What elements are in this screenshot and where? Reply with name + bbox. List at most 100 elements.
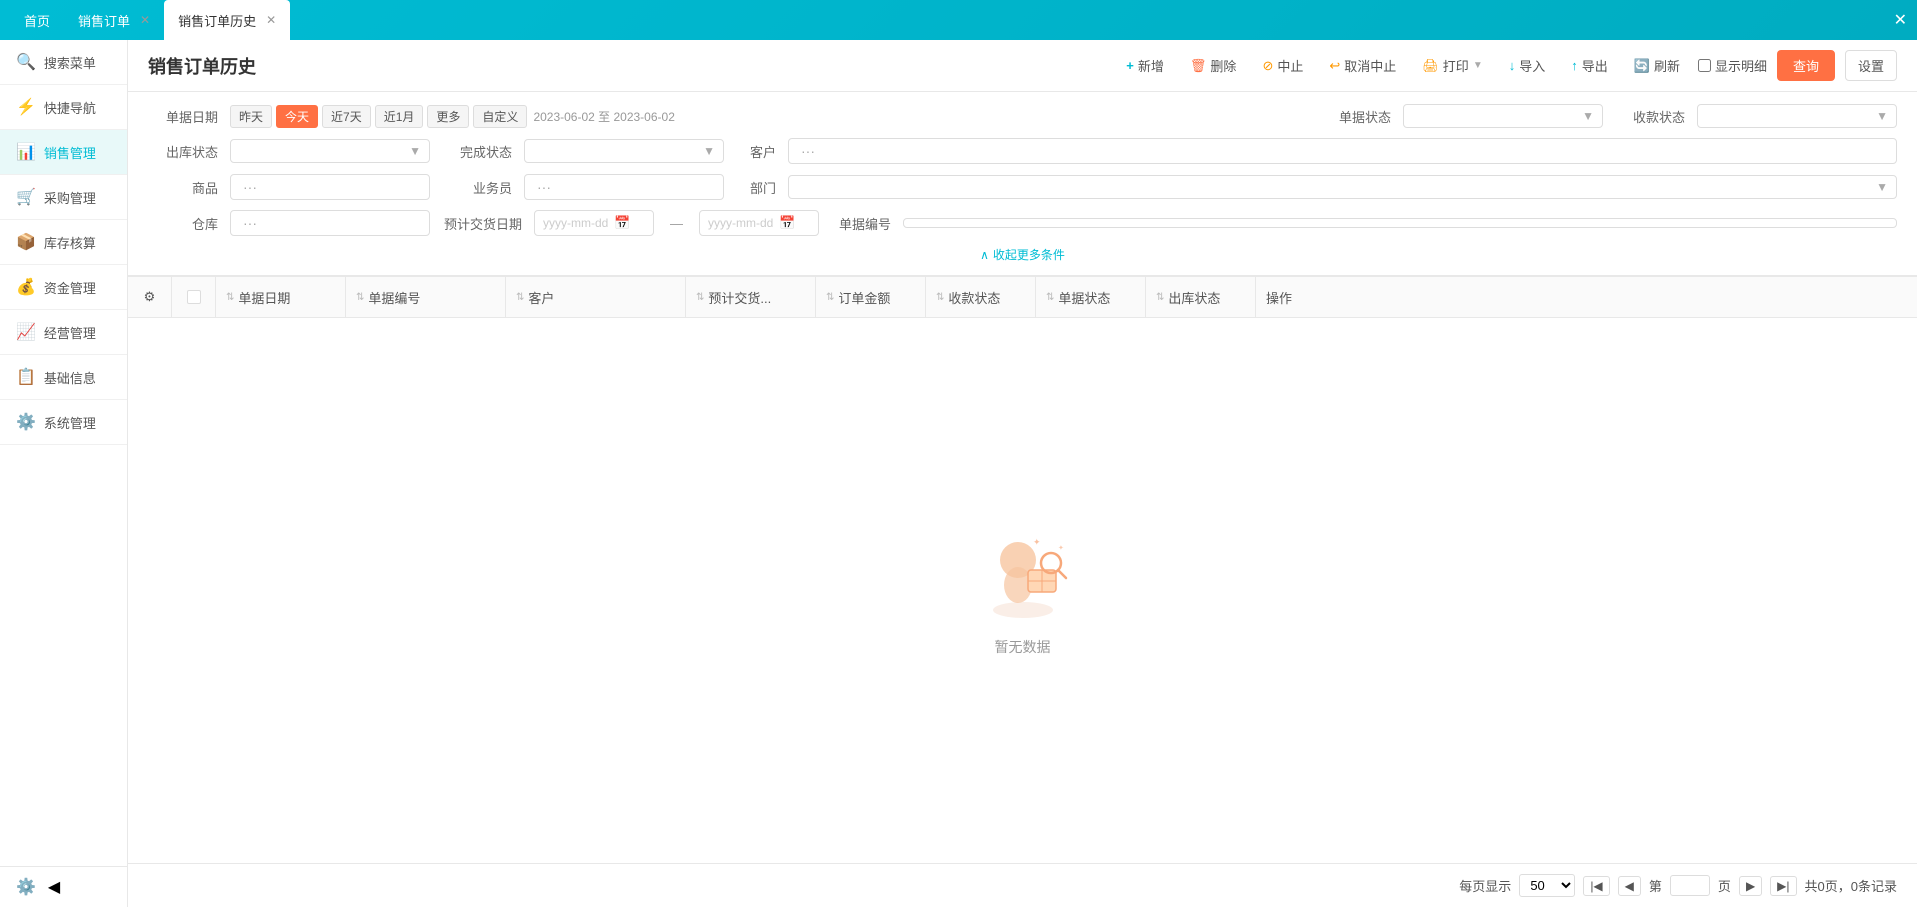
tab-sales-order[interactable]: 销售订单 ✕: [64, 0, 164, 40]
select-all-checkbox[interactable]: [187, 290, 201, 304]
sidebar-item-finance[interactable]: 💰 资金管理: [0, 265, 127, 310]
add-button[interactable]: + 新增: [1118, 52, 1172, 79]
sidebar-item-sales-mgmt[interactable]: 📊 销售管理: [0, 130, 127, 175]
th-no[interactable]: ⇅ 单据编号: [346, 277, 506, 317]
salesperson-dots[interactable]: ···: [537, 179, 551, 195]
date-btn-today[interactable]: 今天: [276, 105, 318, 128]
filter-row-status: 出库状态 ▼ 完成状态 ▼ 客户 ···: [148, 138, 1897, 164]
sidebar-bottom: ⚙️ ◀: [0, 866, 127, 907]
settings-button[interactable]: 设置: [1845, 50, 1897, 81]
collapse-row[interactable]: ∧ 收起更多条件: [148, 246, 1897, 263]
sidebar-item-operations[interactable]: 📈 经营管理: [0, 310, 127, 355]
th-settings[interactable]: ⚙: [128, 277, 172, 317]
sidebar-collapse-icon[interactable]: ◀: [48, 877, 60, 897]
date-btn-more[interactable]: 更多: [427, 105, 469, 128]
basic-info-icon: 📋: [16, 367, 36, 387]
th-checkbox[interactable]: [172, 277, 216, 317]
collapse-up-icon: ∧: [980, 248, 989, 262]
sidebar-item-inventory[interactable]: 📦 库存核算: [0, 220, 127, 265]
import-icon: ↓: [1509, 58, 1516, 73]
tab-sales-order-close[interactable]: ✕: [140, 13, 150, 27]
prev-page-button[interactable]: ◀: [1618, 876, 1641, 896]
complete-status-select[interactable]: ▼: [524, 139, 724, 163]
collapse-label: 收起更多条件: [993, 246, 1065, 263]
delivery-date-end[interactable]: yyyy-mm-dd 📅: [699, 210, 819, 236]
sidebar-item-basic-info[interactable]: 📋 基础信息: [0, 355, 127, 400]
delivery-date-label: 预计交货日期: [444, 217, 522, 232]
filter-row-warehouse: 仓库 ··· 预计交货日期 yyyy-mm-dd 📅 — yyyy-mm-dd …: [148, 210, 1897, 236]
sidebar-item-purchase-mgmt[interactable]: 🛒 采购管理: [0, 175, 127, 220]
page-size-select[interactable]: 50 20 100: [1519, 874, 1575, 897]
svg-text:✦: ✦: [1058, 544, 1064, 552]
goods-input[interactable]: ···: [230, 174, 430, 200]
system-mgmt-icon: ⚙️: [16, 412, 36, 432]
svg-text:✦: ✦: [1033, 537, 1041, 547]
customer-dots[interactable]: ···: [801, 143, 815, 159]
page-title: 销售订单历史: [148, 53, 256, 79]
import-button[interactable]: ↓ 导入: [1501, 52, 1554, 79]
warehouse-input[interactable]: ···: [230, 210, 430, 236]
operations-icon: 📈: [16, 322, 36, 342]
sidebar: 🔍 搜索菜单 ⚡ 快捷导航 📊 销售管理 🛒 采购管理 📦 库存核算 💰 资金管…: [0, 40, 128, 907]
export-button[interactable]: ↑ 导出: [1563, 52, 1616, 79]
settings-icon[interactable]: ⚙: [144, 289, 156, 305]
next-page-button[interactable]: ▶: [1739, 876, 1762, 896]
cancel-stop-button[interactable]: ↩ 取消中止: [1321, 52, 1404, 79]
goods-dots[interactable]: ···: [243, 179, 257, 195]
close-window-icon[interactable]: ✕: [1894, 10, 1907, 30]
refresh-button[interactable]: 🔄 刷新: [1626, 52, 1688, 79]
print-button[interactable]: 🖨 打印 ▼: [1414, 52, 1490, 79]
date-btn-custom[interactable]: 自定义: [473, 105, 527, 128]
sidebar-item-system-mgmt[interactable]: ⚙️ 系统管理: [0, 400, 127, 445]
sidebar-item-quick-nav[interactable]: ⚡ 快捷导航: [0, 85, 127, 130]
th-doc-status[interactable]: ⇅ 单据状态: [1036, 277, 1146, 317]
delivery-date-start[interactable]: yyyy-mm-dd 📅: [534, 210, 654, 236]
tab-sales-order-history-close[interactable]: ✕: [266, 13, 276, 27]
department-label: 部门: [750, 181, 776, 196]
page-label: 第: [1649, 876, 1662, 895]
empty-state: ✦ ✦ 暂无数据: [128, 318, 1917, 863]
th-pay-status[interactable]: ⇅ 收款状态: [926, 277, 1036, 317]
salesperson-input[interactable]: ···: [524, 174, 724, 200]
last-page-button[interactable]: ▶|: [1770, 876, 1796, 896]
complete-status-chevron: ▼: [703, 144, 715, 158]
finance-icon: 💰: [16, 277, 36, 297]
delete-button[interactable]: 🗑 删除: [1182, 52, 1245, 79]
stop-button[interactable]: ⊘ 中止: [1254, 52, 1311, 79]
th-out-status[interactable]: ⇅ 出库状态: [1146, 277, 1256, 317]
th-date[interactable]: ⇅ 单据日期: [216, 277, 346, 317]
display-cols-checkbox[interactable]: [1698, 59, 1711, 72]
tab-home[interactable]: 首页: [10, 0, 64, 40]
content-area: 销售订单历史 + 新增 🗑 删除 ⊘ 中止 ↩ 取消中止: [128, 40, 1917, 907]
print-icon: 🖨: [1422, 58, 1439, 74]
order-status-select[interactable]: ▼: [1403, 104, 1603, 128]
customer-label: 客户: [750, 145, 776, 160]
warehouse-dots[interactable]: ···: [243, 215, 257, 231]
sidebar-settings-icon[interactable]: ⚙️: [16, 877, 36, 897]
order-status-label: 单据状态: [1339, 110, 1391, 125]
query-button[interactable]: 查询: [1777, 50, 1835, 81]
refresh-icon: 🔄: [1634, 58, 1650, 74]
th-delivery[interactable]: ⇅ 预计交货...: [686, 277, 816, 317]
display-cols-toggle[interactable]: 显示明细: [1698, 56, 1767, 75]
date-label: 单据日期: [148, 107, 218, 126]
out-status-select[interactable]: ▼: [230, 139, 430, 163]
page-input[interactable]: 1: [1670, 875, 1710, 896]
date-separator: —: [670, 216, 683, 231]
date-btn-1month[interactable]: 近1月: [375, 105, 424, 128]
calendar-end-icon[interactable]: 📅: [779, 215, 795, 231]
payment-status-select[interactable]: ▼: [1697, 104, 1897, 128]
doc-no-input[interactable]: [903, 218, 1897, 228]
first-page-button[interactable]: |◀: [1583, 876, 1609, 896]
customer-input[interactable]: ···: [788, 138, 1897, 164]
th-customer[interactable]: ⇅ 客户: [506, 277, 686, 317]
calendar-start-icon[interactable]: 📅: [614, 215, 630, 231]
sidebar-item-search-menu[interactable]: 🔍 搜索菜单: [0, 40, 127, 85]
table-header: ⚙ ⇅ 单据日期 ⇅ 单据编号 ⇅ 客户 ⇅: [128, 276, 1917, 318]
date-btn-yesterday[interactable]: 昨天: [230, 105, 272, 128]
sort-date-icon: ⇅: [226, 292, 234, 303]
department-select[interactable]: ▼: [788, 175, 1897, 199]
th-amount[interactable]: ⇅ 订单金额: [816, 277, 926, 317]
tab-sales-order-history[interactable]: 销售订单历史 ✕: [164, 0, 290, 40]
date-btn-7days[interactable]: 近7天: [322, 105, 371, 128]
